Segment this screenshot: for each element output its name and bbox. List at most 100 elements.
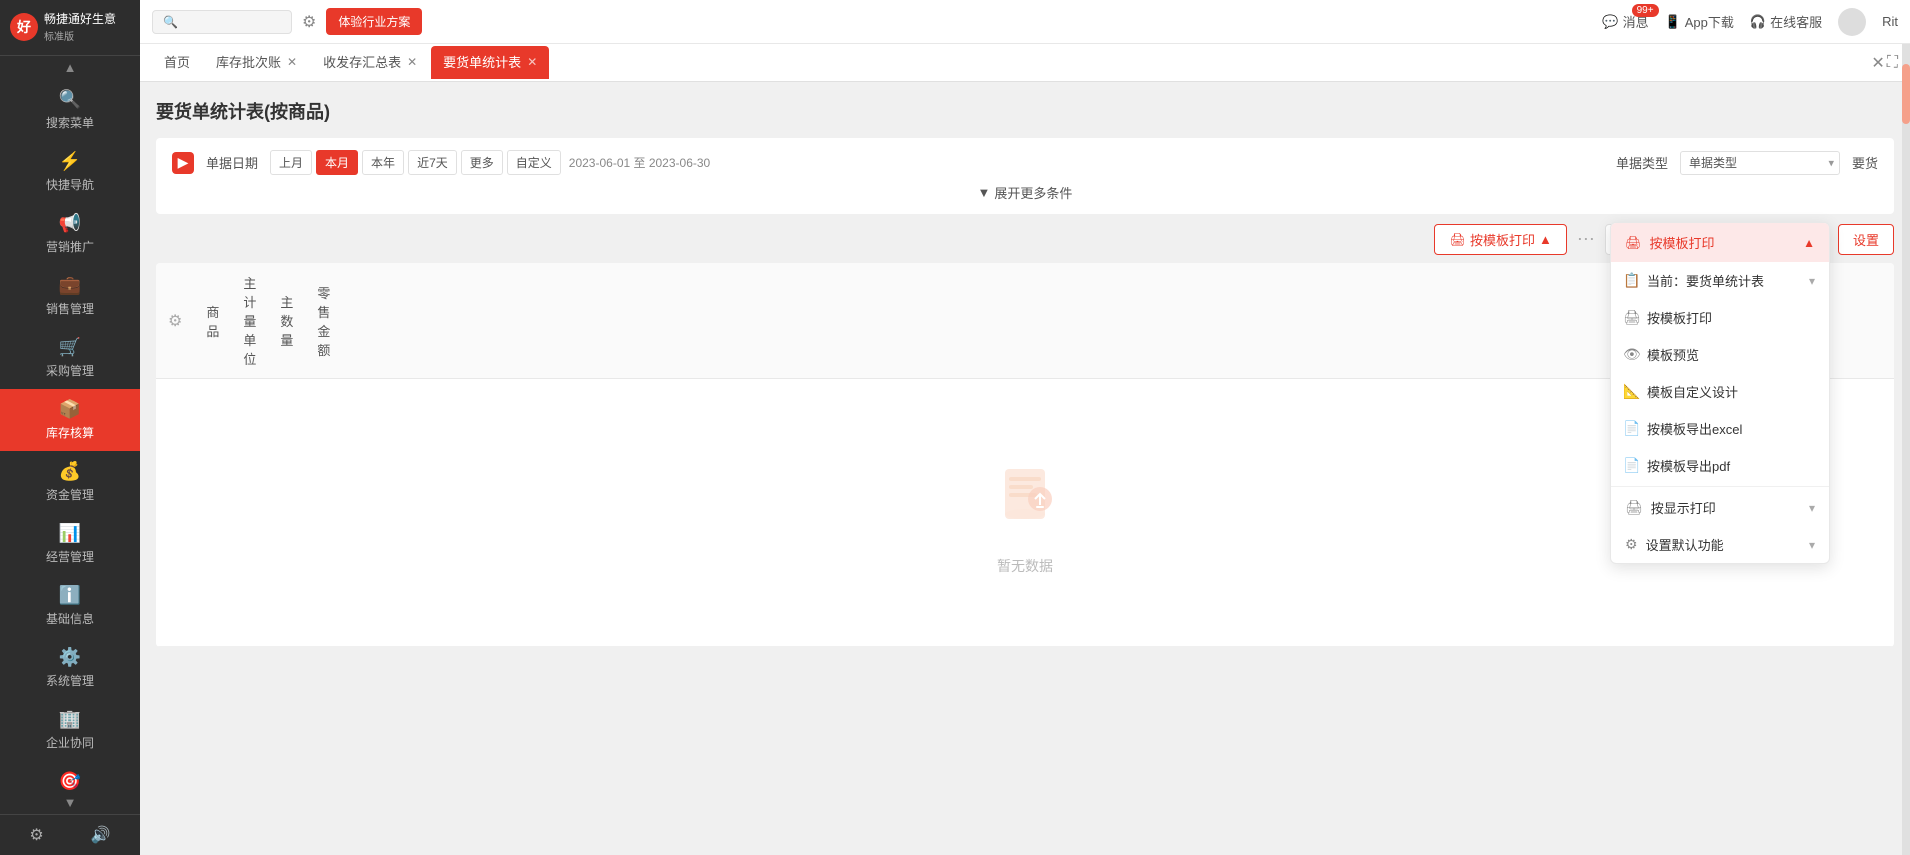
date-btn-more[interactable]: 更多 bbox=[461, 150, 503, 175]
sidebar-item-basic[interactable]: ℹ️ 基础信息 bbox=[0, 575, 140, 637]
dropdown-template-design[interactable]: 📐 模板自定义设计 bbox=[1611, 373, 1829, 410]
tab-home[interactable]: 首页 bbox=[152, 46, 202, 79]
table-settings-icon[interactable]: ⚙ bbox=[168, 313, 182, 330]
page-content: 要货单统计表(按商品) ▶ 单据日期 上月 本月 本年 近7天 更多 自定义 2… bbox=[140, 82, 1910, 855]
app-download-action[interactable]: 📱 App下载 bbox=[1665, 12, 1734, 31]
dropdown-print-icon: 🖨 bbox=[1625, 235, 1642, 251]
online-service-action[interactable]: 🎧 在线客服 bbox=[1750, 12, 1822, 31]
sidebar-item-enterprise[interactable]: 🏢 企业协同 bbox=[0, 699, 140, 761]
user-name: Rit bbox=[1882, 14, 1898, 29]
trial-btn[interactable]: 体验行业方案 bbox=[326, 8, 422, 35]
expand-chevron-icon: ▼ bbox=[978, 185, 991, 200]
sidebar-item-system[interactable]: ⚙️ 系统管理 bbox=[0, 637, 140, 699]
page-title: 要货单统计表(按商品) bbox=[156, 98, 1894, 124]
sidebar-item-sales[interactable]: 💼 销售管理 bbox=[0, 265, 140, 327]
dropdown-default-func[interactable]: ⚙ 设置默认功能 ▾ bbox=[1611, 526, 1829, 563]
scroll-up-arrow[interactable]: ▲ bbox=[0, 56, 140, 79]
dropdown-template-excel[interactable]: 📄 按模板导出excel bbox=[1611, 410, 1829, 447]
date-btn-7days[interactable]: 近7天 bbox=[408, 150, 457, 175]
sidebar: 好 畅捷通好生意 标准版 ▲ 🔍 搜索菜单 ⚡ 快捷导航 📢 营销推广 💼 销售… bbox=[0, 0, 140, 855]
tab-order-stats[interactable]: 要货单统计表 ✕ bbox=[431, 46, 549, 79]
date-filter-label: 单据日期 bbox=[206, 153, 258, 172]
more-options-icon[interactable]: ⋯ bbox=[1577, 229, 1595, 250]
date-btn-current[interactable]: 本月 bbox=[316, 150, 358, 175]
filter-bar: ▶ 单据日期 上月 本月 本年 近7天 更多 自定义 2023-06-01 至 … bbox=[156, 138, 1894, 214]
sidebar-item-search[interactable]: 🔍 搜索菜单 bbox=[0, 79, 140, 141]
tab-close-inventory-batch[interactable]: ✕ bbox=[287, 55, 297, 69]
sidebar-item-finance[interactable]: 💰 资金管理 bbox=[0, 451, 140, 513]
col-retail: 零售金额 bbox=[305, 263, 342, 379]
scroll-down-arrow[interactable]: ▼ bbox=[0, 791, 140, 814]
system-icon: ⚙️ bbox=[59, 647, 81, 668]
doc-type-label: 单据类型 bbox=[1616, 153, 1668, 172]
message-action[interactable]: 💬 消息 99+ bbox=[1602, 12, 1648, 31]
date-btn-year[interactable]: 本年 bbox=[362, 150, 404, 175]
sidebar-bottom: ⚙ 🔊 bbox=[0, 814, 140, 855]
topbar: 🔍 ⚙ 体验行业方案 💬 消息 99+ 📱 App下载 🎧 在线客服 Rit bbox=[140, 0, 1910, 44]
print-template-btn[interactable]: 🖨 按模板打印 ▲ bbox=[1434, 224, 1566, 255]
goods-filter-label: 要货 bbox=[1852, 153, 1878, 172]
quicknav-icon: ⚡ bbox=[59, 151, 81, 172]
topbar-gear-icon[interactable]: ⚙ bbox=[302, 12, 316, 32]
current-chevron-icon: ▾ bbox=[1809, 274, 1815, 288]
tab-close-window-btn[interactable]: ✕ bbox=[1871, 53, 1884, 73]
empty-illustration bbox=[985, 449, 1065, 544]
filter-row-1: ▶ 单据日期 上月 本月 本年 近7天 更多 自定义 2023-06-01 至 … bbox=[172, 150, 1878, 175]
empty-text: 暂无数据 bbox=[997, 556, 1053, 576]
settings-btn[interactable]: 设置 bbox=[1838, 224, 1894, 255]
topbar-search[interactable]: 🔍 bbox=[152, 10, 292, 34]
right-scrollbar[interactable] bbox=[1902, 44, 1910, 855]
tabs-bar: 首页 库存批次账 ✕ 收发存汇总表 ✕ 要货单统计表 ✕ ✕ ⛶ bbox=[140, 44, 1910, 82]
doc-type-select-wrap: 单据类型 bbox=[1680, 151, 1840, 175]
message-icon: 💬 bbox=[1602, 14, 1618, 30]
default-func-arrow: ▾ bbox=[1809, 538, 1815, 552]
dropdown-close-chevron[interactable]: ▲ bbox=[1803, 236, 1815, 250]
dropdown-current-item[interactable]: 📋 当前：要货单统计表 ▾ bbox=[1611, 262, 1829, 299]
operations-icon: 📊 bbox=[59, 523, 81, 544]
sidebar-item-guide[interactable]: 🎯 新手引导 bbox=[0, 761, 140, 791]
date-btn-custom[interactable]: 自定义 bbox=[507, 150, 561, 175]
purchase-icon: 🛒 bbox=[59, 337, 81, 358]
app-download-icon: 📱 bbox=[1665, 14, 1681, 30]
expand-more-btn[interactable]: ▼ 展开更多条件 bbox=[978, 183, 1073, 202]
col-unit: 主计量单位 bbox=[231, 263, 268, 379]
sales-icon: 💼 bbox=[59, 275, 81, 296]
sidebar-item-inventory[interactable]: 📦 库存核算 bbox=[0, 389, 140, 451]
guide-icon: 🎯 bbox=[59, 771, 81, 791]
finance-icon: 💰 bbox=[59, 461, 81, 482]
tab-inventory-batch[interactable]: 库存批次账 ✕ bbox=[204, 46, 309, 79]
filter-toggle-icon[interactable]: ▶ bbox=[172, 152, 194, 174]
date-range-text: 2023-06-01 至 2023-06-30 bbox=[569, 154, 710, 171]
sidebar-item-quick-nav[interactable]: ⚡ 快捷导航 bbox=[0, 141, 140, 203]
date-btn-prev[interactable]: 上月 bbox=[270, 150, 312, 175]
search-topbar-icon: 🔍 bbox=[163, 15, 178, 29]
sidebar-scroll: 🔍 搜索菜单 ⚡ 快捷导航 📢 营销推广 💼 销售管理 🛒 采购管理 📦 库存核… bbox=[0, 79, 140, 791]
settings-bottom-btn[interactable]: ⚙ bbox=[29, 825, 43, 845]
print-icon: 🖨 bbox=[1449, 232, 1466, 248]
print-chevron-icon: ▲ bbox=[1539, 232, 1552, 247]
col-settings[interactable]: ⚙ bbox=[156, 263, 194, 379]
dropdown-template-pdf[interactable]: 📄 按模板导出pdf bbox=[1611, 447, 1829, 484]
sidebar-item-purchase[interactable]: 🛒 采购管理 bbox=[0, 327, 140, 389]
template-preview-icon: 👁 bbox=[1623, 346, 1641, 363]
user-avatar[interactable] bbox=[1838, 8, 1866, 36]
sidebar-item-marketing[interactable]: 📢 营销推广 bbox=[0, 203, 140, 265]
logo-text: 畅捷通好生意 标准版 bbox=[44, 12, 116, 43]
sidebar-item-operations[interactable]: 📊 经营管理 bbox=[0, 513, 140, 575]
doc-type-select[interactable]: 单据类型 bbox=[1680, 151, 1840, 175]
col-goods: 商品 bbox=[194, 263, 231, 379]
print-dropdown-menu: 🖨 按模板打印 ▲ 📋 当前：要货单统计表 ▾ 🖨 按模板打印 👁 模板预览 📐 bbox=[1610, 222, 1830, 564]
tab-maximize-btn[interactable]: ⛶ bbox=[1887, 54, 1898, 72]
tab-close-receipt-summary[interactable]: ✕ bbox=[407, 55, 417, 69]
dropdown-template-print[interactable]: 🖨 按模板打印 bbox=[1611, 299, 1829, 336]
enterprise-icon: 🏢 bbox=[59, 709, 81, 730]
tab-close-order-stats[interactable]: ✕ bbox=[527, 55, 537, 69]
basic-icon: ℹ️ bbox=[59, 585, 81, 606]
template-design-icon: 📐 bbox=[1623, 383, 1640, 400]
tab-receipt-summary[interactable]: 收发存汇总表 ✕ bbox=[311, 46, 429, 79]
sound-bottom-btn[interactable]: 🔊 bbox=[91, 825, 111, 845]
dropdown-template-preview[interactable]: 👁 模板预览 bbox=[1611, 336, 1829, 373]
message-badge: 99+ bbox=[1632, 4, 1659, 17]
dropdown-display-print[interactable]: 🖨 按显示打印 ▾ bbox=[1611, 489, 1829, 526]
display-print-arrow: ▾ bbox=[1809, 501, 1815, 515]
